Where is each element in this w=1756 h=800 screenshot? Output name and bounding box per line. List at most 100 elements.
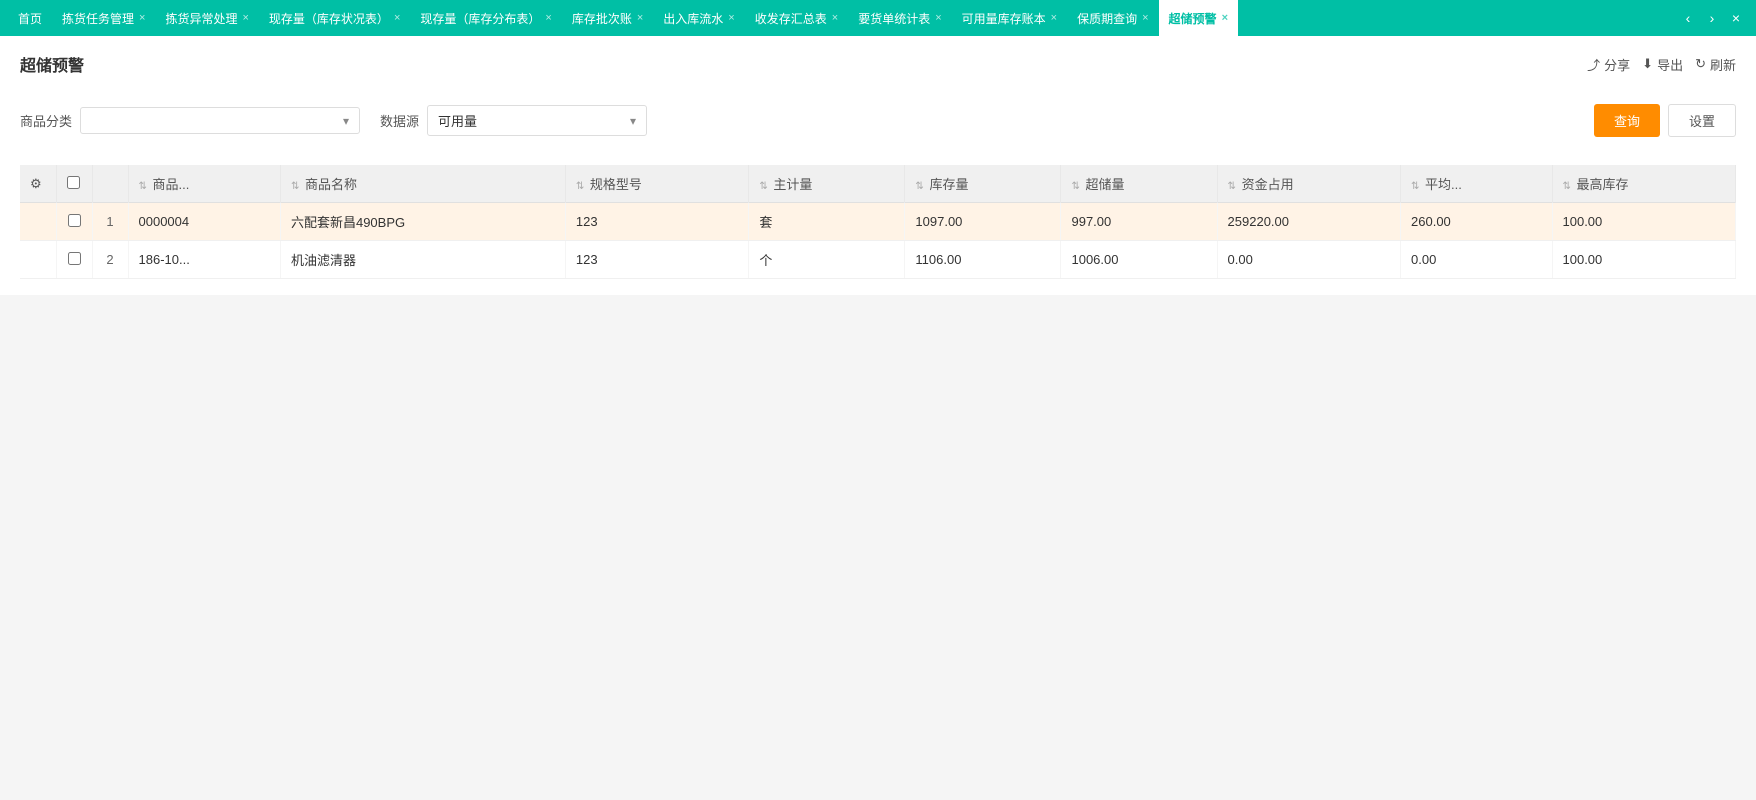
row1-capital: 259220.00 [1217, 203, 1400, 241]
row1-num: 1 [92, 203, 128, 241]
refresh-button[interactable]: ↻ 刷新 [1695, 55, 1736, 74]
row1-unit: 套 [749, 203, 905, 241]
nav-abnormal[interactable]: 拣货异常处理 × [155, 0, 258, 36]
category-filter: 商品分类 [20, 107, 360, 134]
close-inventory-dist[interactable]: × [545, 12, 551, 24]
nav-inventory-status[interactable]: 现存量（库存状况表） × [259, 0, 410, 36]
col-product-code-header[interactable]: ⇅ 商品... [128, 165, 280, 203]
nav-in-out-flow[interactable]: 出入库流水 × [653, 0, 744, 36]
sort-icon-stock: ⇅ [915, 181, 923, 192]
datasource-chevron-icon [630, 113, 636, 128]
share-icon: ⤴ [1587, 55, 1600, 74]
row2-num: 2 [92, 241, 128, 279]
nav-arrows: ‹ › × [1676, 0, 1748, 36]
row1-spec: 123 [565, 203, 748, 241]
col-capital-header[interactable]: ⇅ 资金占用 [1217, 165, 1400, 203]
close-order-stats[interactable]: × [935, 12, 941, 24]
col-settings-header: ⚙ [20, 165, 56, 203]
close-inventory-status[interactable]: × [394, 12, 400, 24]
row1-checkbox-cell [56, 203, 92, 241]
gear-icon[interactable]: ⚙ [30, 176, 42, 191]
category-label: 商品分类 [20, 111, 72, 130]
close-quality-period[interactable]: × [1142, 12, 1148, 24]
row1-settings [20, 203, 56, 241]
nav-batch-account[interactable]: 库存批次账 × [562, 0, 653, 36]
row2-max-stock: 100.00 [1552, 241, 1736, 279]
table-header: ⚙ ⇅ 商品... ⇅ 商品名称 ⇅ 规格型号 [20, 165, 1736, 203]
row2-avg: 0.00 [1401, 241, 1552, 279]
close-batch-account[interactable]: × [637, 12, 643, 24]
nav-collect-send[interactable]: 收发存汇总表 × [745, 0, 848, 36]
data-table: ⚙ ⇅ 商品... ⇅ 商品名称 ⇅ 规格型号 [20, 165, 1736, 279]
col-unit-header[interactable]: ⇅ 主计量 [749, 165, 905, 203]
nav-available-account[interactable]: 可用量库存账本 × [952, 0, 1067, 36]
datasource-value: 可用量 [438, 111, 477, 130]
nav-inventory-dist[interactable]: 现存量（库存分布表） × [410, 0, 561, 36]
sort-icon-product-name: ⇅ [291, 181, 299, 192]
row1-avg: 260.00 [1401, 203, 1552, 241]
nav-task-mgmt[interactable]: 拣货任务管理 × [52, 0, 155, 36]
sort-icon-max-stock: ⇅ [1563, 181, 1571, 192]
datasource-filter: 数据源 可用量 [380, 105, 647, 136]
col-avg-header[interactable]: ⇅ 平均... [1401, 165, 1552, 203]
row2-settings [20, 241, 56, 279]
settings-button[interactable]: 设置 [1668, 104, 1736, 137]
filter-area: 商品分类 数据源 可用量 查询 设置 [20, 92, 1736, 149]
nav-home[interactable]: 首页 [8, 0, 52, 36]
refresh-icon: ↻ [1695, 56, 1706, 72]
main-content: 超储预警 ⤴ 分享 ⬇ 导出 ↻ 刷新 商品分类 数据源 [0, 36, 1756, 295]
col-overstock-header[interactable]: ⇅ 超储量 [1061, 165, 1217, 203]
close-in-out-flow[interactable]: × [728, 12, 734, 24]
row2-capital: 0.00 [1217, 241, 1400, 279]
col-stock-header[interactable]: ⇅ 库存量 [905, 165, 1061, 203]
select-all-checkbox[interactable] [67, 176, 80, 189]
filter-buttons: 查询 设置 [1594, 104, 1736, 137]
row2-product-code: 186-10... [128, 241, 280, 279]
row1-product-name: 六配套新昌490BPG [280, 203, 565, 241]
nav-overstock-warning[interactable]: 超储预警 × [1159, 0, 1238, 36]
row2-stock: 1106.00 [905, 241, 1061, 279]
category-select[interactable] [80, 107, 360, 134]
row1-max-stock: 100.00 [1552, 203, 1736, 241]
sort-icon-unit: ⇅ [759, 181, 767, 192]
export-button[interactable]: ⬇ 导出 [1642, 55, 1683, 74]
close-abnormal[interactable]: × [242, 12, 248, 24]
top-nav: 首页 拣货任务管理 × 拣货异常处理 × 现存量（库存状况表） × 现存量（库存… [0, 0, 1756, 36]
col-spec-header[interactable]: ⇅ 规格型号 [565, 165, 748, 203]
query-button[interactable]: 查询 [1594, 104, 1660, 137]
sort-icon-avg: ⇅ [1411, 181, 1419, 192]
page-title: 超储预警 [20, 52, 84, 76]
row1-checkbox[interactable] [68, 214, 81, 227]
sort-icon-overstock: ⇅ [1071, 181, 1079, 192]
nav-prev-arrow[interactable]: ‹ [1676, 0, 1700, 36]
nav-quality-period[interactable]: 保质期查询 × [1067, 0, 1158, 36]
table-body: 1 0000004 六配套新昌490BPG 123 套 1097.00 997.… [20, 203, 1736, 279]
datasource-label: 数据源 [380, 111, 419, 130]
nav-close-all-arrow[interactable]: × [1724, 0, 1748, 36]
row2-overstock: 1006.00 [1061, 241, 1217, 279]
row2-checkbox-cell [56, 241, 92, 279]
nav-next-arrow[interactable]: › [1700, 0, 1724, 36]
col-num-header [92, 165, 128, 203]
row2-checkbox[interactable] [68, 252, 81, 265]
close-task-mgmt[interactable]: × [139, 12, 145, 24]
header-actions: ⤴ 分享 ⬇ 导出 ↻ 刷新 [1587, 55, 1736, 74]
col-product-name-header[interactable]: ⇅ 商品名称 [280, 165, 565, 203]
share-button[interactable]: ⤴ 分享 [1587, 55, 1630, 74]
row2-product-name: 机油滤清器 [280, 241, 565, 279]
row1-product-code: 0000004 [128, 203, 280, 241]
close-collect-send[interactable]: × [832, 12, 838, 24]
row2-unit: 个 [749, 241, 905, 279]
category-chevron-icon [343, 113, 349, 128]
close-available-account[interactable]: × [1051, 12, 1057, 24]
nav-order-stats[interactable]: 要货单统计表 × [848, 0, 951, 36]
col-max-stock-header[interactable]: ⇅ 最高库存 [1552, 165, 1736, 203]
sort-icon-product-code: ⇅ [139, 181, 147, 192]
close-overstock-warning[interactable]: × [1222, 12, 1228, 24]
datasource-select[interactable]: 可用量 [427, 105, 647, 136]
page-header: 超储预警 ⤴ 分享 ⬇ 导出 ↻ 刷新 [20, 52, 1736, 76]
table-row: 1 0000004 六配套新昌490BPG 123 套 1097.00 997.… [20, 203, 1736, 241]
export-icon: ⬇ [1642, 56, 1653, 72]
col-checkbox-header [56, 165, 92, 203]
sort-icon-capital: ⇅ [1228, 181, 1236, 192]
